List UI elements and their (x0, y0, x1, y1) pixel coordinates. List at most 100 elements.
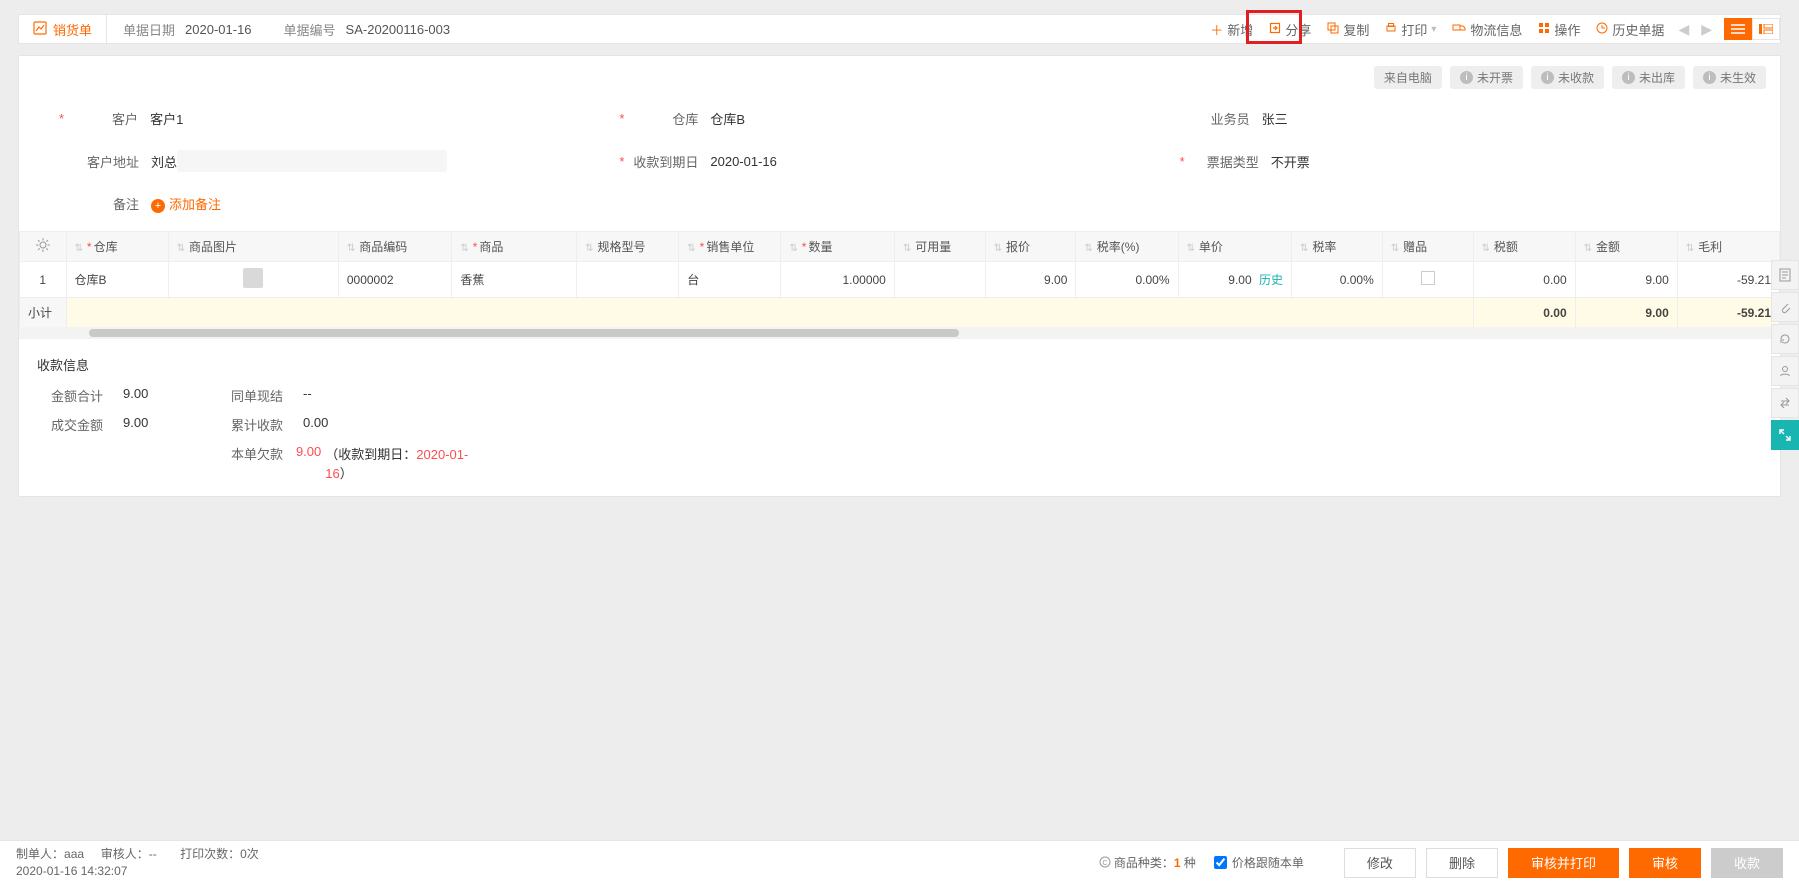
col-qty[interactable]: ⇅*数量 (781, 232, 894, 262)
logistics-button[interactable]: 物流信息 (1444, 15, 1530, 43)
cell-unitprice[interactable]: 9.00 历史 (1178, 262, 1291, 298)
audit-print-button[interactable]: 审核并打印 (1508, 848, 1619, 878)
share-label: 分享 (1285, 20, 1311, 39)
card-view-button[interactable] (1752, 18, 1780, 40)
rail-refresh-button[interactable] (1771, 324, 1799, 354)
header-bar: 销货单 单据日期 2020-01-16 单据编号 SA-20200116-003… (18, 14, 1781, 44)
doc-type-tab[interactable]: 销货单 (19, 15, 107, 43)
new-label: 新增 (1227, 20, 1253, 39)
col-warehouse[interactable]: ⇅*仓库 (66, 232, 168, 262)
history-label: 历史单据 (1612, 20, 1664, 39)
history-button[interactable]: 历史单据 (1588, 15, 1672, 43)
add-remark-button[interactable]: +添加备注 (151, 194, 221, 213)
doc-number-value: SA-20200116-003 (346, 22, 451, 37)
warehouse-value[interactable]: 仓库B (710, 109, 745, 128)
rail-note-button[interactable] (1771, 260, 1799, 290)
truck-icon (1452, 22, 1466, 37)
gear-icon (36, 238, 50, 252)
info-icon: i (1460, 71, 1473, 84)
operate-button[interactable]: 操作 (1530, 15, 1588, 43)
next-doc-button[interactable]: ▶ (1695, 21, 1718, 38)
cell-available[interactable] (894, 262, 985, 298)
cell-amount[interactable]: 9.00 (1575, 262, 1677, 298)
image-placeholder-icon (243, 268, 263, 288)
col-unitprice[interactable]: ⇅单价 (1178, 232, 1291, 262)
price-follow-input[interactable] (1214, 856, 1227, 869)
prev-doc-button[interactable]: ◀ (1672, 21, 1695, 38)
cell-taxrate[interactable]: 0.00% (1076, 262, 1178, 298)
col-quote[interactable]: ⇅报价 (985, 232, 1076, 262)
scrollbar-thumb[interactable] (89, 329, 959, 337)
info-icon: i (1703, 71, 1716, 84)
col-taxrate[interactable]: ⇅税率(%) (1076, 232, 1178, 262)
info-icon: i (1622, 71, 1635, 84)
cell-quote[interactable]: 9.00 (985, 262, 1076, 298)
doc-date: 单据日期 2020-01-16 (107, 20, 268, 39)
sales-order-icon (33, 21, 47, 38)
invoice-type-value[interactable]: 不开票 (1271, 152, 1310, 171)
cell-gift[interactable] (1382, 262, 1473, 298)
col-taxamount[interactable]: ⇅税额 (1473, 232, 1575, 262)
col-product[interactable]: ⇅*商品 (452, 232, 577, 262)
customer-value[interactable]: 客户1 (150, 109, 183, 128)
horizontal-scrollbar[interactable] (19, 327, 1780, 339)
badge-from-pc: 来自电脑 (1374, 66, 1442, 89)
cell-image[interactable] (168, 262, 338, 298)
creator-label: 制单人： (16, 847, 64, 861)
delete-button[interactable]: 删除 (1426, 848, 1498, 878)
history-icon (1596, 22, 1608, 37)
modify-button[interactable]: 修改 (1344, 848, 1416, 878)
cell-taxpct[interactable]: 0.00% (1291, 262, 1382, 298)
product-types: C 商品种类：1 种 (1099, 854, 1196, 871)
print-icon (1385, 22, 1397, 37)
cell-product[interactable]: 香蕉 (452, 262, 577, 298)
list-view-button[interactable] (1724, 18, 1752, 40)
rail-expand-button[interactable] (1771, 420, 1799, 450)
cell-unit[interactable]: 台 (679, 262, 781, 298)
rail-attach-button[interactable] (1771, 292, 1799, 322)
col-available[interactable]: ⇅可用量 (894, 232, 985, 262)
cell-qty[interactable]: 1.00000 (781, 262, 894, 298)
payment-section: 收款信息 金额合计 9.00 同单现结 -- 成交金额 9.00 累计收款 0.… (19, 339, 1780, 486)
col-settings[interactable] (20, 232, 67, 262)
gift-checkbox[interactable] (1421, 271, 1435, 285)
col-amount[interactable]: ⇅金额 (1575, 232, 1677, 262)
rail-user-button[interactable] (1771, 356, 1799, 386)
badge-not-effective: i未生效 (1693, 66, 1766, 89)
col-image[interactable]: ⇅商品图片 (168, 232, 338, 262)
cell-spec[interactable] (577, 262, 679, 298)
price-follow-checkbox[interactable]: 价格跟随本单 (1214, 854, 1304, 871)
item-row[interactable]: 1 仓库B 0000002 香蕉 台 1.00000 9.00 0.00% 9.… (20, 262, 1780, 298)
warehouse-label: 仓库 (628, 109, 698, 128)
cell-taxamount[interactable]: 0.00 (1473, 262, 1575, 298)
plus-circle-icon: + (151, 199, 165, 213)
print-button[interactable]: 打印 ▾ (1377, 15, 1444, 43)
col-gift[interactable]: ⇅赠品 (1382, 232, 1473, 262)
copy-button[interactable]: 复制 (1319, 15, 1377, 43)
duedate-value[interactable]: 2020-01-16 (710, 154, 777, 169)
salesman-label: 业务员 (1180, 109, 1250, 128)
items-table-wrap: ⇅*仓库 ⇅商品图片 ⇅商品编码 ⇅*商品 ⇅规格型号 ⇅*销售单位 ⇅*数量 … (19, 231, 1780, 339)
row-index: 1 (20, 262, 67, 298)
subtotal-amount: 9.00 (1575, 298, 1677, 328)
price-history-link[interactable]: 历史 (1259, 273, 1283, 287)
print-count-value: 0次 (240, 847, 259, 861)
copy-label: 复制 (1343, 20, 1369, 39)
col-code[interactable]: ⇅商品编码 (338, 232, 451, 262)
cell-profit[interactable]: -59.21 (1677, 262, 1779, 298)
rail-transfer-button[interactable] (1771, 388, 1799, 418)
cell-warehouse[interactable]: 仓库B (66, 262, 168, 298)
col-spec[interactable]: ⇅规格型号 (577, 232, 679, 262)
new-button[interactable]: ＋ 新增 (1202, 15, 1261, 43)
col-unit[interactable]: ⇅*销售单位 (679, 232, 781, 262)
address-value[interactable]: 刘总 (151, 152, 177, 171)
salesman-value[interactable]: 张三 (1262, 109, 1288, 128)
share-button[interactable]: 分享 (1261, 15, 1319, 43)
badge-not-received: i未收款 (1531, 66, 1604, 89)
receive-button[interactable]: 收款 (1711, 848, 1783, 878)
col-profit[interactable]: ⇅毛利 (1677, 232, 1779, 262)
col-taxpct[interactable]: ⇅税率 (1291, 232, 1382, 262)
cell-code[interactable]: 0000002 (338, 262, 451, 298)
audit-button[interactable]: 审核 (1629, 848, 1701, 878)
subtotal-tax: 0.00 (1473, 298, 1575, 328)
